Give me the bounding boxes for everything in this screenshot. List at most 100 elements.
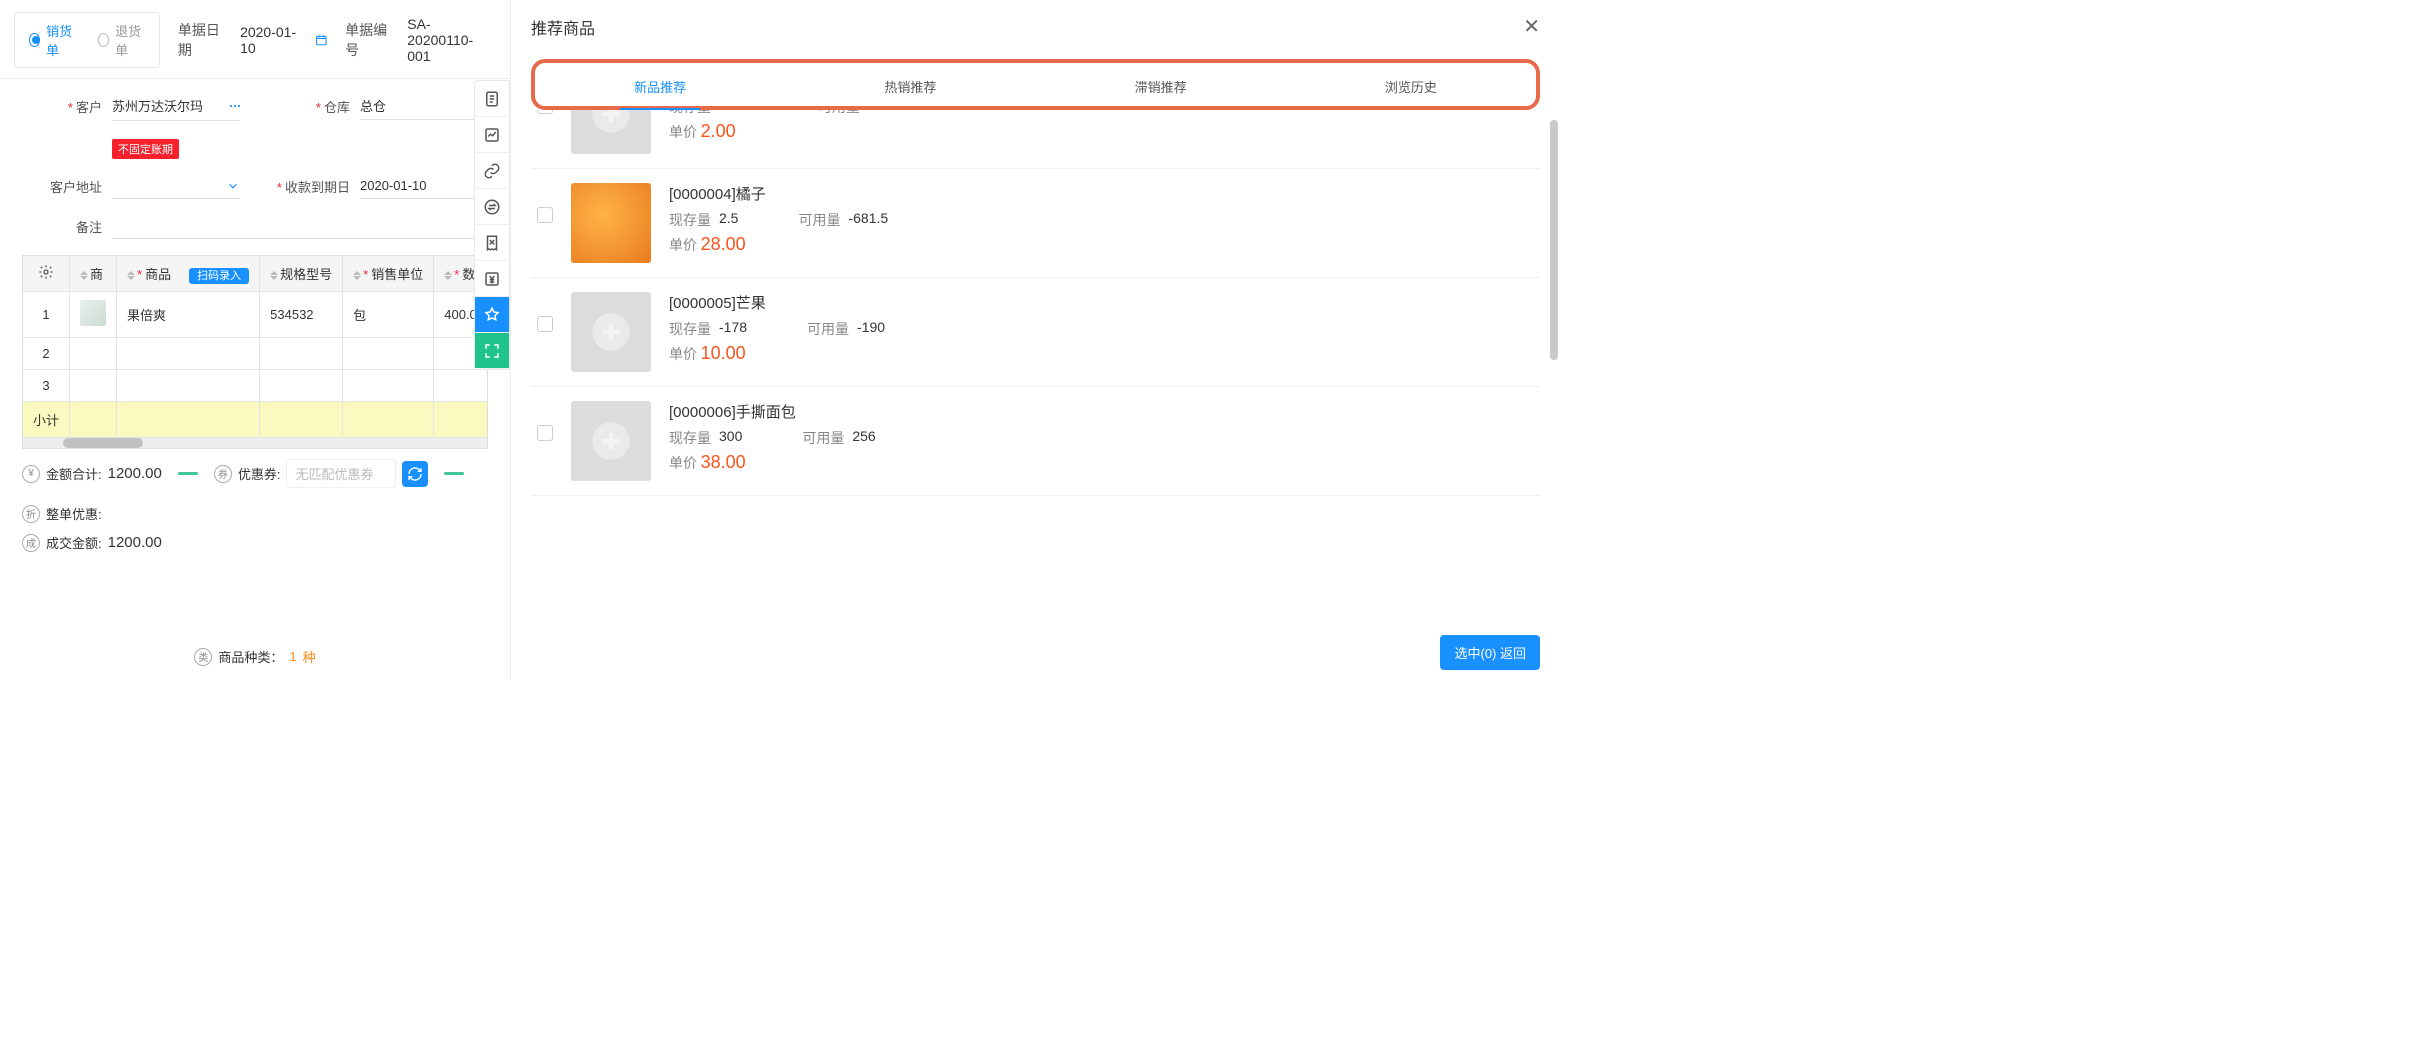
- row-product[interactable]: [117, 338, 260, 370]
- recommend-checkbox[interactable]: [537, 425, 553, 441]
- coupon-input[interactable]: 无匹配优惠券: [286, 459, 396, 488]
- bottom-summary: 类 商品种类： 1 种: [0, 633, 510, 680]
- col-unit[interactable]: 销售单位: [343, 256, 434, 292]
- duedate-value: 2020-01-10: [360, 178, 427, 193]
- radio-sales-order[interactable]: 销货单: [29, 21, 76, 59]
- row-thumb: [70, 292, 117, 338]
- row-unit[interactable]: [343, 338, 434, 370]
- side-tool-expand[interactable]: [475, 333, 509, 369]
- stock-value: 19952: [719, 110, 758, 117]
- side-tool-receipt[interactable]: [475, 225, 509, 261]
- customer-tag: 不固定账期: [112, 139, 179, 159]
- deal-icon: 成: [22, 534, 40, 552]
- price-value: 2.00: [701, 121, 736, 141]
- table-row[interactable]: 3: [23, 370, 488, 402]
- warehouse-label: 仓库: [270, 97, 350, 116]
- avail-value: 256: [852, 428, 875, 448]
- recommend-tabs-highlight: 新品推荐热销推荐滞销推荐浏览历史: [531, 59, 1540, 110]
- close-icon[interactable]: ✕: [1523, 14, 1540, 39]
- side-tool-doc[interactable]: [475, 81, 509, 117]
- row-unit[interactable]: [343, 370, 434, 402]
- row-spec[interactable]: [260, 338, 343, 370]
- customer-more-icon[interactable]: ···: [228, 95, 240, 116]
- product-name: [0000004]橘子: [669, 183, 1534, 204]
- recommend-checkbox[interactable]: [537, 110, 553, 114]
- duedate-label: 收款到期日: [270, 177, 350, 196]
- product-image: [571, 401, 651, 481]
- side-tool-currency[interactable]: [475, 261, 509, 297]
- product-image: [571, 183, 651, 263]
- avail-value: -681.5: [848, 210, 888, 230]
- calendar-icon[interactable]: [315, 32, 328, 48]
- row-spec[interactable]: [260, 370, 343, 402]
- doc-date-value[interactable]: 2020-01-10: [240, 24, 296, 56]
- coupon-refresh-button[interactable]: [402, 461, 428, 487]
- category-icon: 类: [194, 648, 212, 666]
- recommend-tab[interactable]: 热销推荐: [785, 67, 1035, 106]
- avail-value: -190: [857, 319, 885, 339]
- product-image: [571, 110, 651, 154]
- col-product[interactable]: 商品 扫码录入: [117, 256, 260, 292]
- price-value: 28.00: [701, 234, 746, 254]
- side-tool-chart[interactable]: [475, 117, 509, 153]
- side-toolbar: [474, 80, 510, 370]
- recommend-title: 推荐商品: [531, 15, 595, 39]
- dash-divider: [178, 472, 198, 475]
- scan-input-badge[interactable]: 扫码录入: [189, 268, 249, 284]
- col-image[interactable]: 商: [70, 256, 117, 292]
- product-name: [0000005]芒果: [669, 292, 1534, 313]
- price-value: 38.00: [701, 452, 746, 472]
- price-value: 10.00: [701, 343, 746, 363]
- row-product[interactable]: 果倍爽: [117, 292, 260, 338]
- address-label: 客户地址: [22, 177, 102, 196]
- recommend-scrollbar[interactable]: [1550, 120, 1558, 360]
- row-spec[interactable]: 534532: [260, 292, 343, 338]
- side-tool-star[interactable]: [475, 297, 509, 333]
- remark-field[interactable]: [112, 213, 488, 239]
- avail-value: 19903: [868, 110, 907, 117]
- customer-field[interactable]: 苏州万达沃尔玛 ···: [112, 91, 240, 121]
- recommend-checkbox[interactable]: [537, 316, 553, 332]
- recommend-tab[interactable]: 滞销推荐: [1036, 67, 1286, 106]
- table-row[interactable]: 1 果倍爽 534532 包 400.00: [23, 292, 488, 338]
- col-settings[interactable]: [23, 256, 70, 292]
- stock-value: 300: [719, 428, 742, 448]
- grid-horizontal-scrollbar[interactable]: [23, 438, 487, 448]
- customer-value: 苏州万达沃尔玛: [112, 96, 203, 115]
- row-index: 3: [23, 370, 70, 402]
- side-tool-link[interactable]: [475, 153, 509, 189]
- row-product[interactable]: [117, 370, 260, 402]
- chevron-down-icon[interactable]: [226, 179, 240, 193]
- recommend-checkbox[interactable]: [537, 207, 553, 223]
- warehouse-field[interactable]: 总仓: [360, 92, 488, 120]
- row-thumb: [70, 370, 117, 402]
- whole-discount: 折 整单优惠:: [22, 504, 102, 523]
- side-tool-exchange[interactable]: [475, 189, 509, 225]
- recommend-item[interactable]: [0000005]芒果 现存量-178 可用量-190 单价 10.00: [531, 278, 1540, 387]
- doc-no-value: SA-20200110-001: [407, 16, 496, 64]
- dash-divider: [444, 472, 464, 475]
- row-qty[interactable]: [434, 370, 488, 402]
- recommend-item[interactable]: 250mL 现存量19952 可用量19903 单价 2.00: [531, 110, 1540, 169]
- recommend-item[interactable]: [0000006]手撕面包 现存量300 可用量256 单价 38.00: [531, 387, 1540, 496]
- coupon-icon: 券: [214, 465, 232, 483]
- row-unit[interactable]: 包: [343, 292, 434, 338]
- product-grid: 商 商品 扫码录入 规格型号 销售单位 数量 1 果倍爽 534532 包 40…: [22, 255, 488, 449]
- recommend-tab[interactable]: 新品推荐: [535, 67, 785, 106]
- table-row[interactable]: 2: [23, 338, 488, 370]
- recommend-list[interactable]: 250mL 现存量19952 可用量19903 单价 2.00 [0000004…: [511, 110, 1560, 625]
- remark-label: 备注: [22, 217, 102, 236]
- doc-no-label: 单据编号: [345, 20, 389, 60]
- product-name: [0000006]手撕面包: [669, 401, 1534, 422]
- radio-return-order[interactable]: 退货单: [98, 21, 145, 59]
- col-spec[interactable]: 规格型号: [260, 256, 343, 292]
- order-type-group: 销货单 退货单: [14, 12, 160, 68]
- address-field[interactable]: [112, 173, 240, 199]
- select-return-button[interactable]: 选中(0) 返回: [1440, 635, 1540, 670]
- duedate-field[interactable]: 2020-01-10: [360, 173, 488, 199]
- stock-value: 2.5: [719, 210, 738, 230]
- recommend-item[interactable]: [0000004]橘子 现存量2.5 可用量-681.5 单价 28.00: [531, 169, 1540, 278]
- radio-return-label: 退货单: [115, 21, 145, 59]
- row-thumb: [70, 338, 117, 370]
- recommend-tab[interactable]: 浏览历史: [1286, 67, 1536, 106]
